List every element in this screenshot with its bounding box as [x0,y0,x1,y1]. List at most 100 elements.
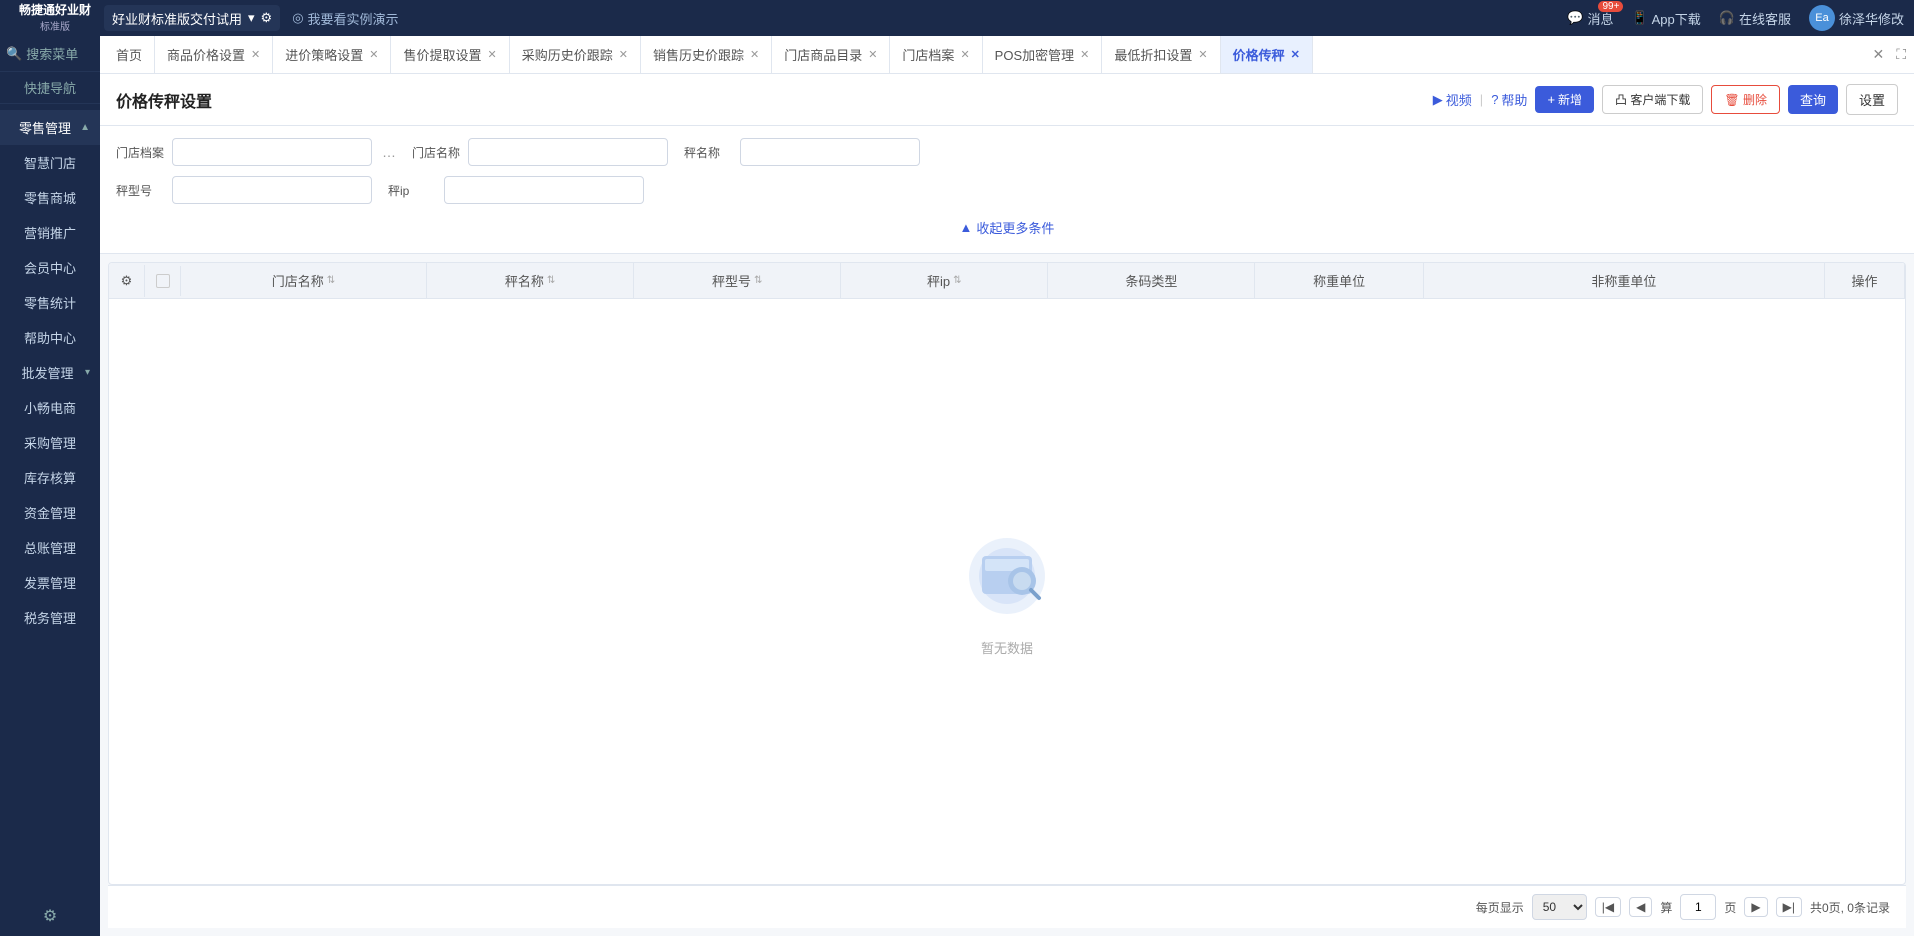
tab-pos-mgmt-close[interactable]: ✕ [1080,48,1089,61]
sidebar-item-wholesale[interactable]: 批发管理 ▾ [0,355,100,390]
th-gear[interactable]: ⚙ [109,265,145,297]
tab-maximize-icon[interactable]: ⛶ [1892,46,1910,63]
tab-close-all-icon[interactable]: ✕ [1868,46,1888,63]
message-icon: 💬 [1567,10,1583,26]
demo-link[interactable]: ◎ 我要看实例演示 [292,9,398,28]
sidebar-item-marketing[interactable]: 营销推广 [0,215,100,250]
tab-bar: 首页 商品价格设置 ✕ 进价策略设置 ✕ 售价提取设置 ✕ 采购历史价跟踪 ✕ … [100,36,1914,74]
tab-sale-price[interactable]: 售价提取设置 ✕ [391,36,509,74]
th-non-weight-unit[interactable]: 非称重单位 [1424,263,1825,298]
app-download-label: App下载 [1652,9,1701,28]
tab-home[interactable]: 首页 [104,36,155,74]
sidebar-item-inventory[interactable]: 库存核算 [0,460,100,495]
user-name: 徐泽华修改 [1839,9,1904,28]
sidebar-item-smart-store[interactable]: 智慧门店 [0,145,100,180]
filter-row-2: 秤型号 秤ip [116,176,1898,204]
tab-sale-history-close[interactable]: ✕ [750,48,759,61]
th-model[interactable]: 秤型号 ⇅ [634,263,841,298]
page-input[interactable] [1680,894,1716,920]
tab-min-discount-close[interactable]: ✕ [1198,48,1207,61]
th-check[interactable] [145,266,181,296]
store-profile-input[interactable] [172,138,372,166]
tab-price-scale[interactable]: 价格传秤 ✕ [1221,36,1313,74]
gear-icon[interactable]: ⚙ [261,10,273,26]
tab-price-setting-close[interactable]: ✕ [251,48,260,61]
sidebar-item-label: 智慧门店 [10,153,90,172]
message-badge: 99+ [1598,1,1623,12]
filter-scale-ip: 秤ip [388,176,644,204]
version-selector[interactable]: 好业财标准版交付试用 ▾ ⚙ [104,5,280,31]
empty-state: 暂无数据 [109,299,1905,884]
tab-price-scale-close[interactable]: ✕ [1291,48,1300,61]
tab-purchase-history-close[interactable]: ✕ [619,48,628,61]
prev-page-button[interactable]: ◀ [1629,897,1652,917]
sidebar-item-label: 总账管理 [10,538,90,557]
sidebar-item-member[interactable]: 会员中心 [0,250,100,285]
sidebar-item-retail-mgmt[interactable]: 零售管理 ▲ [0,110,100,145]
tab-purchase-strategy-close[interactable]: ✕ [369,48,378,61]
tab-sale-history[interactable]: 销售历史价跟踪 ✕ [641,36,772,74]
th-store-name[interactable]: 门店名称 ⇅ [181,263,427,298]
top-bar: 畅捷通好业财 标准版 好业财标准版交付试用 ▾ ⚙ ◎ 我要看实例演示 💬 消息… [0,0,1914,36]
sidebar-search[interactable]: 🔍 搜索菜单 [0,36,100,72]
sidebar-item-label: 零售商城 [10,188,90,207]
ellipsis-icon[interactable]: … [382,144,396,160]
add-button[interactable]: + 新增 [1535,86,1594,113]
query-button[interactable]: 查询 [1788,85,1838,114]
th-barcode-type[interactable]: 条码类型 [1048,263,1255,298]
sidebar-item-help[interactable]: 帮助中心 [0,320,100,355]
store-name-label: 门店名称 [412,144,462,161]
query-label: 查询 [1800,90,1826,109]
tab-store-catalog[interactable]: 门店商品目录 ✕ [772,36,890,74]
scale-model-input[interactable] [172,176,372,204]
th-scale-name[interactable]: 秤名称 ⇅ [427,263,634,298]
page-header: 价格传秤设置 ▶ 视频 | ? 帮助 + 新增 凸 客户端下载 🗑 删除 [100,74,1914,126]
per-page-select[interactable]: 10 20 50 100 [1532,894,1587,920]
th-ip[interactable]: 秤ip ⇅ [841,263,1048,298]
chevron-up-icon: ▲ [80,122,90,133]
tab-pos-mgmt[interactable]: POS加密管理 ✕ [983,36,1103,74]
sidebar-item-ecommerce[interactable]: 小畅电商 [0,390,100,425]
tab-pos-mgmt-label: POS加密管理 [995,45,1074,64]
sidebar-item-purchase[interactable]: 采购管理 [0,425,100,460]
store-name-input[interactable] [468,138,668,166]
scale-name-input[interactable] [740,138,920,166]
online-service-button[interactable]: 🎧 在线客服 [1719,9,1791,28]
settings-icon[interactable]: ⚙ [43,906,57,926]
video-link[interactable]: ▶ 视频 [1433,90,1472,109]
tab-price-setting[interactable]: 商品价格设置 ✕ [155,36,273,74]
scale-ip-input[interactable] [444,176,644,204]
app-logo: 畅捷通好业财 标准版 [10,3,100,32]
tab-store-profile-close[interactable]: ✕ [960,48,969,61]
download-button[interactable]: 凸 客户端下载 [1602,85,1703,114]
app-body: 🔍 搜索菜单 快捷导航 零售管理 ▲ 智慧门店 零售商城 营销推广 会员中心 [0,36,1914,936]
sidebar-item-label: 采购管理 [10,433,90,452]
first-page-button[interactable]: |◀ [1595,897,1621,917]
help-link[interactable]: ? 帮助 [1491,90,1527,109]
sidebar-quick-nav[interactable]: 快捷导航 [0,72,100,104]
th-model-label: 秤型号 [712,271,751,290]
filter-more-row: ▲ 收起更多条件 [116,214,1898,241]
tab-purchase-history[interactable]: 采购历史价跟踪 ✕ [510,36,641,74]
th-weight-unit[interactable]: 称重单位 [1255,263,1423,298]
select-all-checkbox[interactable] [156,274,170,288]
tab-purchase-strategy[interactable]: 进价策略设置 ✕ [273,36,391,74]
sidebar-item-invoice[interactable]: 发票管理 [0,565,100,600]
tab-store-catalog-close[interactable]: ✕ [868,48,877,61]
collapse-more-button[interactable]: ▲ 收起更多条件 [960,218,1055,237]
set-button[interactable]: 设置 [1846,84,1898,115]
tab-store-profile[interactable]: 门店档案 ✕ [890,36,982,74]
next-page-button[interactable]: ▶ [1744,897,1767,917]
last-page-button[interactable]: ▶| [1776,897,1802,917]
sidebar-item-general-ledger[interactable]: 总账管理 [0,530,100,565]
sidebar-item-retail-mall[interactable]: 零售商城 [0,180,100,215]
user-menu[interactable]: Ea 徐泽华修改 [1809,5,1904,31]
tab-sale-price-close[interactable]: ✕ [488,48,497,61]
app-download-button[interactable]: 📱 App下载 [1631,9,1700,28]
delete-button[interactable]: 🗑 删除 [1711,85,1780,114]
sidebar-item-retail-stats[interactable]: 零售统计 [0,285,100,320]
sidebar-item-finance[interactable]: 资金管理 [0,495,100,530]
tab-min-discount[interactable]: 最低折扣设置 ✕ [1102,36,1220,74]
sidebar-item-tax[interactable]: 税务管理 [0,600,100,635]
message-button[interactable]: 💬 消息 99+ [1567,9,1613,28]
